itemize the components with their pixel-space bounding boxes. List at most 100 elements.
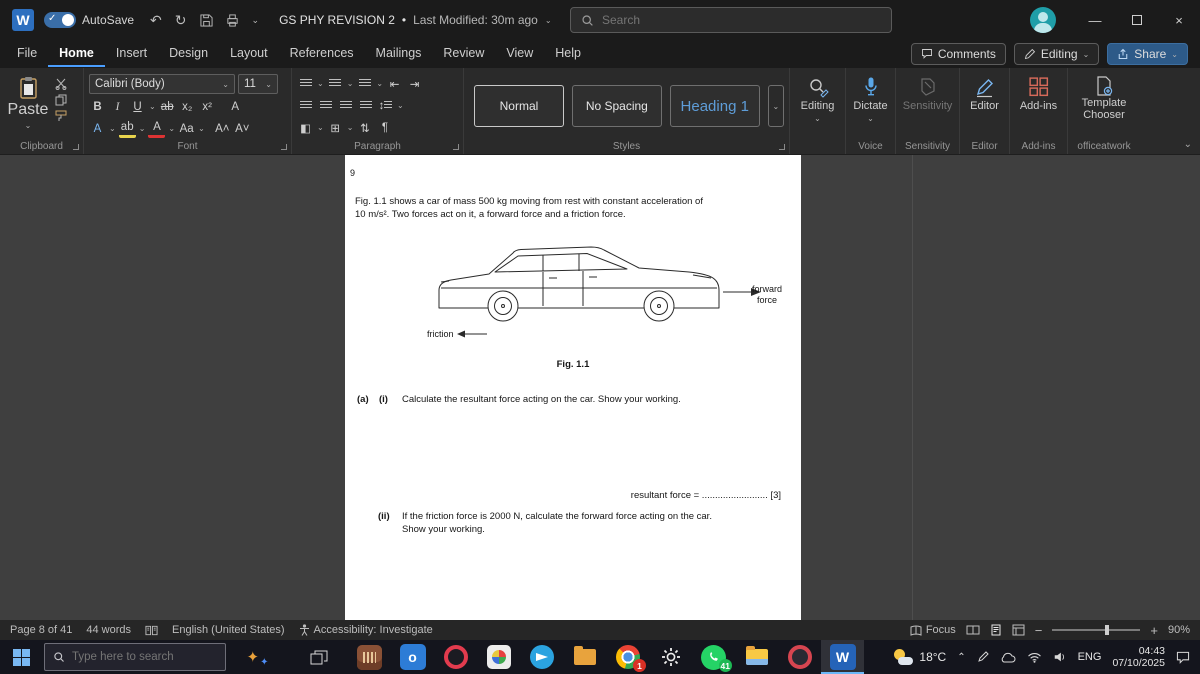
undo-icon[interactable]: ↶	[150, 12, 162, 29]
save-icon[interactable]	[199, 13, 213, 27]
editing-mode-dropdown[interactable]: Editing ⌄	[1013, 43, 1100, 65]
tab-file[interactable]: File	[6, 41, 48, 67]
font-color-button[interactable]: A	[148, 119, 166, 138]
styles-gallery-more-button[interactable]: ⌄	[767, 85, 784, 127]
autosave-toggle[interactable]: ✓	[44, 12, 76, 28]
editing-button[interactable]: Editing ⌄	[795, 74, 840, 123]
qat-chevron-icon[interactable]: ⌄	[252, 15, 260, 26]
telegram-button[interactable]	[520, 640, 563, 674]
chevron-down-icon[interactable]: ⌄	[347, 123, 354, 132]
downloads-folder-button[interactable]	[563, 640, 606, 674]
font-name-combo[interactable]: Calibri (Body) ⌄	[89, 74, 235, 94]
weather-widget[interactable]: 18°C	[893, 648, 946, 666]
read-mode-button[interactable]	[966, 624, 980, 636]
clear-formatting-button[interactable]: A	[227, 97, 244, 116]
web-layout-button[interactable]	[1012, 624, 1025, 636]
line-spacing-button[interactable]: ↕	[377, 96, 394, 115]
tab-mailings[interactable]: Mailings	[365, 41, 433, 67]
search-input[interactable]	[602, 13, 881, 27]
shrink-font-button[interactable]: A˅	[234, 119, 251, 138]
sensitivity-button[interactable]: Sensitivity	[901, 74, 954, 112]
chevron-down-icon[interactable]: ⌄	[168, 124, 175, 133]
clock[interactable]: 04:43 07/10/2025	[1112, 645, 1165, 669]
paste-button[interactable]: Paste ⌄	[5, 76, 51, 138]
template-chooser-button[interactable]: Template Chooser	[1073, 74, 1135, 121]
chevron-down-icon[interactable]: ⌄	[139, 124, 146, 133]
style-heading-1[interactable]: Heading 1	[669, 85, 760, 127]
dictate-button[interactable]: Dictate ⌄	[851, 74, 890, 123]
subscript-button[interactable]: x₂	[179, 97, 196, 116]
document-canvas[interactable]: 9 Fig. 1.1 shows a car of mass 500 kg mo…	[0, 155, 1200, 620]
chevron-down-icon[interactable]: ⌄	[317, 79, 324, 88]
opera-button[interactable]	[434, 640, 477, 674]
style-no-spacing[interactable]: No Spacing	[571, 85, 662, 127]
onedrive-cloud-icon[interactable]	[1000, 652, 1016, 663]
chevron-down-icon[interactable]: ⌄	[109, 124, 116, 133]
zoom-level[interactable]: 90%	[1168, 624, 1190, 636]
format-painter-icon[interactable]	[55, 110, 67, 122]
calendar-app-button[interactable]	[348, 640, 391, 674]
maximize-button[interactable]	[1116, 0, 1158, 40]
pen-tray-icon[interactable]	[977, 651, 989, 663]
page-indicator[interactable]: Page 8 of 41	[10, 624, 72, 636]
tab-references[interactable]: References	[279, 41, 365, 67]
editor-button[interactable]: Editor	[965, 74, 1004, 112]
volume-icon[interactable]	[1053, 651, 1067, 663]
bullets-button[interactable]	[297, 74, 314, 93]
zoom-in-button[interactable]: +	[1150, 623, 1158, 638]
print-icon[interactable]	[226, 13, 239, 27]
align-left-button[interactable]	[297, 96, 314, 115]
redo-icon[interactable]: ↻	[175, 12, 187, 29]
user-avatar[interactable]	[1030, 7, 1056, 33]
zoom-slider-handle[interactable]	[1105, 625, 1110, 635]
superscript-button[interactable]: x²	[199, 97, 216, 116]
font-size-combo[interactable]: 11 ⌄	[238, 74, 278, 94]
action-center-icon[interactable]	[1176, 651, 1190, 664]
zoom-slider[interactable]	[1052, 625, 1141, 635]
bold-button[interactable]: B	[89, 97, 106, 116]
tray-expand-icon[interactable]: ⌃	[957, 652, 965, 663]
zoom-out-button[interactable]: −	[1035, 623, 1043, 638]
taskbar-search-input[interactable]	[72, 651, 217, 663]
document-title[interactable]: GS PHY REVISION 2 • Last Modified: 30m a…	[279, 13, 551, 27]
comments-button[interactable]: Comments	[910, 43, 1006, 65]
close-button[interactable]: ×	[1158, 0, 1200, 40]
strikethrough-button[interactable]: ab	[159, 97, 176, 116]
word-count[interactable]: 44 words	[86, 624, 131, 636]
italic-button[interactable]: I	[109, 97, 126, 116]
outlook-button[interactable]: o	[391, 640, 434, 674]
focus-mode-button[interactable]: Focus	[910, 624, 956, 636]
tab-layout[interactable]: Layout	[219, 41, 279, 67]
share-button[interactable]: Share ⌄	[1107, 43, 1188, 65]
cut-icon[interactable]	[55, 78, 67, 90]
copy-icon[interactable]	[55, 94, 67, 106]
collapse-ribbon-icon[interactable]: ⌄	[1184, 139, 1192, 150]
align-right-button[interactable]	[337, 96, 354, 115]
accessibility-status[interactable]: Accessibility: Investigate	[299, 624, 433, 636]
photos-button[interactable]	[477, 640, 520, 674]
styles-dialog-launcher-icon[interactable]	[779, 144, 785, 150]
language-indicator[interactable]: English (United States)	[172, 624, 285, 636]
tab-design[interactable]: Design	[158, 41, 219, 67]
minimize-button[interactable]: —	[1074, 0, 1116, 40]
start-button[interactable]	[13, 648, 30, 666]
word-taskbar-button[interactable]: W	[821, 640, 864, 674]
language-switcher[interactable]: ENG	[1078, 651, 1102, 663]
document-page[interactable]: 9 Fig. 1.1 shows a car of mass 500 kg mo…	[345, 155, 801, 620]
change-case-button[interactable]: Aa	[178, 119, 195, 138]
chevron-down-icon[interactable]: ⌄	[149, 102, 156, 111]
sort-button[interactable]: ⇅	[356, 118, 373, 137]
justify-button[interactable]	[357, 96, 374, 115]
decrease-indent-button[interactable]: ⇤	[386, 74, 403, 93]
tab-insert[interactable]: Insert	[105, 41, 158, 67]
paragraph-dialog-launcher-icon[interactable]	[453, 144, 459, 150]
style-normal[interactable]: Normal	[474, 85, 564, 127]
text-effects-button[interactable]: A	[89, 119, 106, 138]
grow-font-button[interactable]: A˄	[214, 119, 231, 138]
settings-button[interactable]	[649, 640, 692, 674]
align-center-button[interactable]	[317, 96, 334, 115]
print-layout-button[interactable]	[990, 624, 1002, 636]
chrome-button[interactable]: 1	[606, 640, 649, 674]
word-logo-icon[interactable]: W	[12, 9, 34, 31]
opera-gx-button[interactable]	[778, 640, 821, 674]
